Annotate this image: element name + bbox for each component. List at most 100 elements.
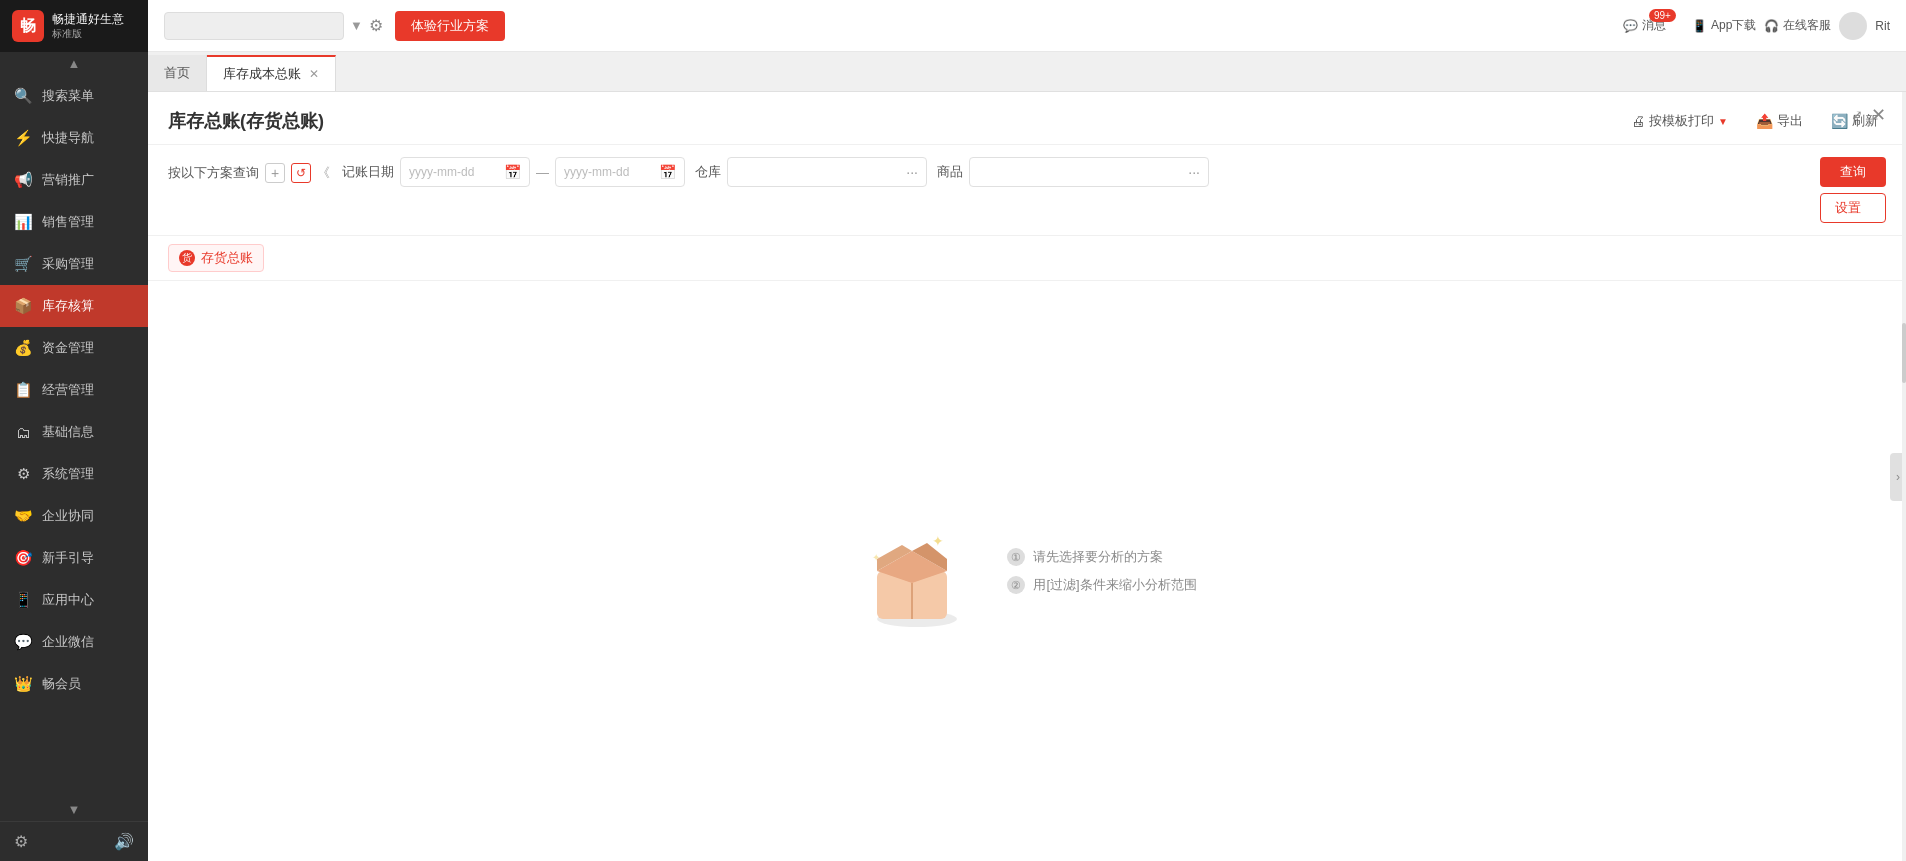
date-start-input[interactable]: yyyy-mm-dd 📅 xyxy=(400,157,530,187)
sidebar-footer: ⚙ 🔊 xyxy=(0,821,148,861)
product-more-icon[interactable]: ··· xyxy=(1188,164,1200,180)
print-chevron-icon[interactable]: ▼ xyxy=(1718,116,1728,127)
close-panel-icon[interactable]: ✕ xyxy=(1871,104,1886,126)
sidebar-scroll-up[interactable]: ▲ xyxy=(0,52,148,75)
sidebar-item-purchase[interactable]: 🛒 采购管理 xyxy=(0,243,148,285)
app-download-btn[interactable]: 📱 App下载 xyxy=(1692,17,1756,34)
service-btn[interactable]: 🎧 在线客服 xyxy=(1764,17,1831,34)
page-actions: 🖨 按模板打印 ▼ 📤 导出 🔄 刷新 xyxy=(1623,108,1886,134)
sidebar-item-system[interactable]: ⚙ 系统管理 xyxy=(0,453,148,495)
export-icon: 📤 xyxy=(1756,113,1773,129)
calendar-end-icon[interactable]: 📅 xyxy=(659,164,676,180)
audio-icon[interactable]: 🔊 xyxy=(114,832,134,851)
date-end-input[interactable]: yyyy-mm-dd 📅 xyxy=(555,157,685,187)
page-title: 库存总账(存货总账) xyxy=(168,109,324,133)
sidebar-item-sales[interactable]: 📊 销售管理 xyxy=(0,201,148,243)
hint-1-text: 请先选择要分析的方案 xyxy=(1033,548,1163,566)
scroll-indicator xyxy=(1902,92,1906,861)
tab-close-icon[interactable]: ✕ xyxy=(309,67,319,81)
scheme-icon: 货 xyxy=(179,250,195,266)
warehouse-field-label: 仓库 xyxy=(695,163,721,181)
content-header-actions: ⤢ ✕ xyxy=(1851,104,1886,126)
user-area: 💬 消息 99+ 📱 App下载 🎧 在线客服 Rit xyxy=(1623,12,1890,40)
vip-icon: 👑 xyxy=(14,675,32,693)
sidebar-item-newbie[interactable]: 🎯 新手引导 xyxy=(0,537,148,579)
filter-label-text: 按以下方案查询 xyxy=(168,164,259,182)
breadcrumb-input[interactable] xyxy=(164,12,344,40)
sidebar-logo: 畅 畅捷通好生意 标准版 xyxy=(0,0,148,52)
main: ▼ ⚙ 体验行业方案 💬 消息 99+ 📱 App下载 🎧 在线客服 Rit xyxy=(148,0,1906,861)
product-input[interactable]: ··· xyxy=(969,157,1209,187)
logo-icon: 畅 xyxy=(12,10,44,42)
empty-hint-2: ② 用[过滤]条件来缩小分析范围 xyxy=(1007,576,1196,594)
appcenter-icon: 📱 xyxy=(14,591,32,609)
export-label: 导出 xyxy=(1777,112,1803,130)
filter-row-warehouse: 仓库 ··· xyxy=(695,157,927,187)
scroll-thumb xyxy=(1902,323,1906,383)
chevron-down-icon[interactable]: ▼ xyxy=(350,18,363,33)
svg-text:✦: ✦ xyxy=(872,552,880,563)
sidebar-item-wechat[interactable]: 💬 企业微信 xyxy=(0,621,148,663)
collapse-filter-icon[interactable]: 《 xyxy=(317,164,330,182)
refresh-icon: 🔄 xyxy=(1831,113,1848,129)
operations-icon: 📋 xyxy=(14,381,32,399)
user-avatar[interactable] xyxy=(1839,12,1867,40)
step-2-icon: ② xyxy=(1007,576,1025,594)
breadcrumb-area: ▼ ⚙ 体验行业方案 xyxy=(164,11,1623,41)
calendar-start-icon[interactable]: 📅 xyxy=(504,164,521,180)
page-content: 库存总账(存货总账) 🖨 按模板打印 ▼ 📤 导出 🔄 刷新 xyxy=(148,92,1906,861)
sales-icon: 📊 xyxy=(14,213,32,231)
sidebar-item-marketing[interactable]: 📢 营销推广 xyxy=(0,159,148,201)
search-btn[interactable]: 查询 xyxy=(1820,157,1886,187)
gear-icon[interactable]: ⚙ xyxy=(369,16,383,35)
reset-filter-btn[interactable]: ↺ xyxy=(291,163,311,183)
message-btn[interactable]: 💬 消息 99+ xyxy=(1623,17,1666,34)
finance-icon: 💰 xyxy=(14,339,32,357)
sidebar-item-basic[interactable]: 🗂 基础信息 xyxy=(0,411,148,453)
logo-text: 畅捷通好生意 标准版 xyxy=(52,12,124,41)
warehouse-input[interactable]: ··· xyxy=(727,157,927,187)
sidebar-item-finance[interactable]: 💰 资金管理 xyxy=(0,327,148,369)
message-badge: 99+ xyxy=(1649,9,1676,22)
date-separator: — xyxy=(536,165,549,180)
wechat-icon: 💬 xyxy=(14,633,32,651)
empty-illustration: ✦ ✦ xyxy=(857,511,977,631)
sidebar-item-inventory[interactable]: 📦 库存核算 xyxy=(0,285,148,327)
tab-inventory-cost-label: 库存成本总账 xyxy=(223,65,301,83)
sidebar-item-appcenter[interactable]: 📱 应用中心 xyxy=(0,579,148,621)
scheme-list: 货 存货总账 xyxy=(148,236,1906,281)
resize-icon[interactable]: ⤢ xyxy=(1851,107,1863,123)
username-label: Rit xyxy=(1875,19,1890,33)
step-1-icon: ① xyxy=(1007,548,1025,566)
export-btn[interactable]: 📤 导出 xyxy=(1748,108,1811,134)
date-end-placeholder: yyyy-mm-dd xyxy=(564,165,629,179)
sidebar-item-search[interactable]: 🔍 搜索菜单 xyxy=(0,75,148,117)
date-field-label: 记账日期 xyxy=(342,163,394,181)
sidebar-item-vip[interactable]: 👑 畅会员 xyxy=(0,663,148,705)
marketing-icon: 📢 xyxy=(14,171,32,189)
filter-row-date: 记账日期 yyyy-mm-dd 📅 — yyyy-mm-dd 📅 xyxy=(342,157,685,187)
print-btn[interactable]: 🖨 按模板打印 ▼ xyxy=(1623,108,1736,134)
settings-footer-icon[interactable]: ⚙ xyxy=(14,832,28,851)
warehouse-more-icon[interactable]: ··· xyxy=(906,164,918,180)
sidebar-item-operations[interactable]: 📋 经营管理 xyxy=(0,369,148,411)
app-version: 标准版 xyxy=(52,27,124,40)
newbie-icon: 🎯 xyxy=(14,549,32,567)
message-icon: 💬 xyxy=(1623,19,1638,33)
phone-icon: 📱 xyxy=(1692,19,1707,33)
industry-btn[interactable]: 体验行业方案 xyxy=(395,11,505,41)
purchase-icon: 🛒 xyxy=(14,255,32,273)
basic-icon: 🗂 xyxy=(14,424,32,441)
hint-2-text: 用[过滤]条件来缩小分析范围 xyxy=(1033,576,1196,594)
filter-fields: 记账日期 yyyy-mm-dd 📅 — yyyy-mm-dd 📅 仓库 xyxy=(342,157,1808,187)
sidebar-scroll-down[interactable]: ▼ xyxy=(0,798,148,821)
product-field-label: 商品 xyxy=(937,163,963,181)
tab-inventory-cost[interactable]: 库存成本总账 ✕ xyxy=(207,55,336,91)
inventory-icon: 📦 xyxy=(14,297,32,315)
add-filter-btn[interactable]: + xyxy=(265,163,285,183)
sidebar-item-shortcut[interactable]: ⚡ 快捷导航 xyxy=(0,117,148,159)
sidebar-item-enterprise[interactable]: 🤝 企业协同 xyxy=(0,495,148,537)
tab-home[interactable]: 首页 xyxy=(148,55,207,91)
settings-small-btn[interactable]: 设置 xyxy=(1820,193,1886,223)
scheme-item[interactable]: 货 存货总账 xyxy=(168,244,264,272)
